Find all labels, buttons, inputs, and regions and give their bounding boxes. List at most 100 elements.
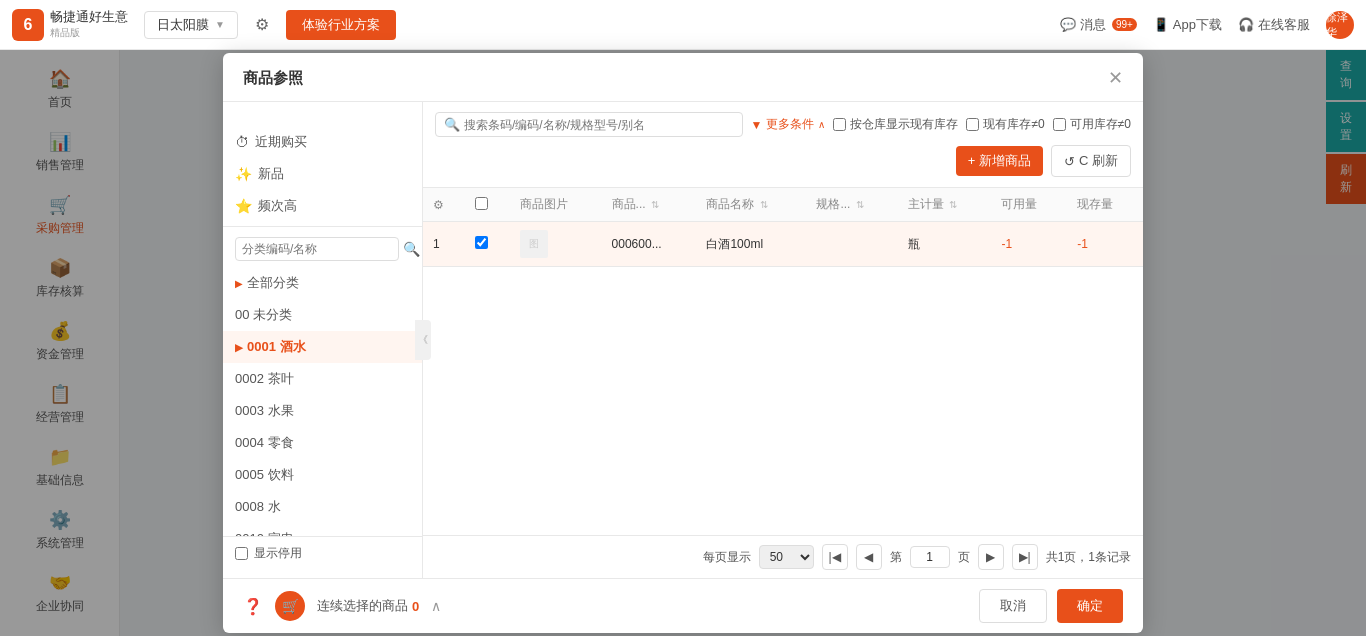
add-product-button[interactable]: + 新增商品 [956, 146, 1043, 176]
row-spec [806, 222, 897, 267]
category-tree: ▶ 全部分类 00 未分类 ▶ 0001 酒水 0002 茶 [223, 267, 422, 536]
cat-liquor-label: 0001 酒水 [247, 338, 306, 356]
quick-item-recent[interactable]: ⏱ 近期购买 [223, 126, 422, 158]
logo-subtitle: 精品版 [50, 26, 128, 40]
logo-icon: 6 [12, 9, 44, 41]
category-search-input[interactable] [235, 237, 399, 261]
modal-header: 商品参照 ✕ [223, 53, 1143, 102]
right-toolbar: 🔍 ▼ 更多条件 ∧ 按仓库显示现有库存 [423, 102, 1143, 188]
last-page-button[interactable]: ▶| [1012, 544, 1038, 570]
page-label: 第 [890, 549, 902, 566]
quick-item-new-label: 新品 [258, 165, 284, 183]
branch-selector-label: 日太阳膜 [157, 16, 209, 34]
main-layout: 🏠 首页 📊 销售管理 🛒 采购管理 📦 库存核算 💰 资金管理 📋 经营管理 … [0, 50, 1366, 636]
col-available: 可用量 [991, 188, 1067, 222]
per-page-select[interactable]: 50 10 20 100 [759, 545, 814, 569]
cart-count: 0 [412, 599, 419, 614]
search-icon: 🔍 [444, 117, 460, 132]
footer-collapse-icon[interactable]: ∧ [431, 598, 441, 614]
cat-uncategorized[interactable]: 00 未分类 [223, 299, 422, 331]
product-image: 图 [520, 230, 548, 258]
cat-all[interactable]: ▶ 全部分类 [223, 267, 422, 299]
next-page-button[interactable]: ▶ [978, 544, 1004, 570]
show-disabled-label: 显示停用 [254, 545, 302, 562]
app-icon: 📱 [1153, 17, 1169, 32]
cat-fruit[interactable]: 0003 水果 [223, 395, 422, 427]
help-icon[interactable]: ❓ [243, 597, 263, 616]
quick-item-recent-label: 近期购买 [255, 133, 307, 151]
row-stock: -1 [1067, 222, 1143, 267]
available-stock-checkbox[interactable] [1053, 118, 1066, 131]
cat-water[interactable]: 0008 水 [223, 491, 422, 523]
quick-item-frequent[interactable]: ⭐ 频次高 [223, 190, 422, 222]
select-all-checkbox[interactable] [475, 197, 488, 210]
branch-selector[interactable]: 日太阳膜 ▼ [144, 11, 238, 39]
quick-item-new[interactable]: ✨ 新品 [223, 158, 422, 190]
frequent-icon: ⭐ [235, 198, 252, 214]
left-panel: ⏱ 近期购买 ✨ 新品 ⭐ 频次高 [223, 102, 423, 578]
cat-beverage-label: 0005 饮料 [235, 466, 294, 484]
logo-title: 畅捷通好生意 [50, 9, 128, 26]
total-records-label: 共1页，1条记录 [1046, 549, 1131, 566]
cat-tea[interactable]: 0002 茶叶 [223, 363, 422, 395]
prev-page-button[interactable]: ◀ [856, 544, 882, 570]
cat-all-arrow: ▶ [235, 278, 243, 289]
col-gear[interactable]: ⚙ [423, 188, 465, 222]
warehouse-checkbox[interactable] [833, 118, 846, 131]
cat-uncategorized-label: 00 未分类 [235, 306, 292, 324]
col-check[interactable] [465, 188, 510, 222]
chevron-down-icon: ▼ [215, 19, 225, 30]
per-page-label: 每页显示 [703, 549, 751, 566]
avatar: 徐泽华 [1326, 11, 1354, 39]
available-stock-check-label[interactable]: 可用库存≠0 [1053, 116, 1131, 133]
current-stock-check-label[interactable]: 现有库存≠0 [966, 116, 1044, 133]
message-button[interactable]: 💬 消息 99+ [1060, 16, 1137, 34]
show-disabled-row: 显示停用 [223, 536, 422, 570]
col-name[interactable]: 商品名称 ⇅ [696, 188, 806, 222]
cat-snack-label: 0004 零食 [235, 434, 294, 452]
page-unit: 页 [958, 549, 970, 566]
page-input[interactable] [910, 546, 950, 568]
current-stock-checkbox[interactable] [966, 118, 979, 131]
modal-close-button[interactable]: ✕ [1108, 67, 1123, 89]
service-button[interactable]: 🎧 在线客服 [1238, 16, 1310, 34]
modal-title: 商品参照 [243, 69, 303, 88]
cat-snack[interactable]: 0004 零食 [223, 427, 422, 459]
cta-button[interactable]: 体验行业方案 [286, 10, 396, 40]
filter-label: 更多条件 [766, 116, 814, 133]
settings-icon[interactable]: ⚙ [246, 9, 278, 41]
cat-appliance[interactable]: 0010 家电 [223, 523, 422, 536]
table-row[interactable]: 1 图 000600... 白酒100ml 瓶 [423, 222, 1143, 267]
modal-footer: ❓ 🛒 连续选择的商品 0 ∧ 取消 确定 [223, 578, 1143, 633]
toolbar-right: + 新增商品 ↺ C 刷新 [956, 145, 1131, 177]
refresh-button[interactable]: ↺ C 刷新 [1051, 145, 1131, 177]
app-download-button[interactable]: 📱 App下载 [1153, 16, 1222, 34]
confirm-button[interactable]: 确定 [1057, 589, 1123, 623]
filter-button[interactable]: ▼ 更多条件 ∧ [751, 116, 826, 133]
category-search-icon[interactable]: 🔍 [403, 241, 420, 257]
product-reference-modal: 商品参照 ✕ ⏱ 近期购买 ✨ 新品 [223, 53, 1143, 633]
show-disabled-checkbox[interactable] [235, 547, 248, 560]
left-panel-collapse-button[interactable]: 《 [415, 320, 431, 360]
user-menu[interactable]: 徐泽华 [1326, 11, 1354, 39]
row-check[interactable] [465, 222, 510, 267]
cat-liquor[interactable]: ▶ 0001 酒水 [223, 331, 422, 363]
cat-beverage[interactable]: 0005 饮料 [223, 459, 422, 491]
warehouse-check-label[interactable]: 按仓库显示现有库存 [833, 116, 958, 133]
row-checkbox[interactable] [475, 236, 488, 249]
cart-button[interactable]: 🛒 [275, 591, 305, 621]
col-code[interactable]: 商品... ⇅ [602, 188, 697, 222]
col-spec[interactable]: 规格... ⇅ [806, 188, 897, 222]
cancel-button[interactable]: 取消 [979, 589, 1047, 623]
recent-icon: ⏱ [235, 134, 249, 150]
product-search-input[interactable] [464, 118, 734, 132]
filter-icon: ▼ [751, 118, 763, 132]
cart-text: 连续选择的商品 [317, 597, 408, 615]
first-page-button[interactable]: |◀ [822, 544, 848, 570]
row-name: 白酒100ml [696, 222, 806, 267]
product-search-wrap[interactable]: 🔍 [435, 112, 743, 137]
filter-chevron-icon: ∧ [818, 119, 825, 130]
col-unit[interactable]: 主计量 ⇅ [898, 188, 992, 222]
col-stock: 现存量 [1067, 188, 1143, 222]
logo-text-block: 畅捷通好生意 精品版 [50, 9, 128, 40]
